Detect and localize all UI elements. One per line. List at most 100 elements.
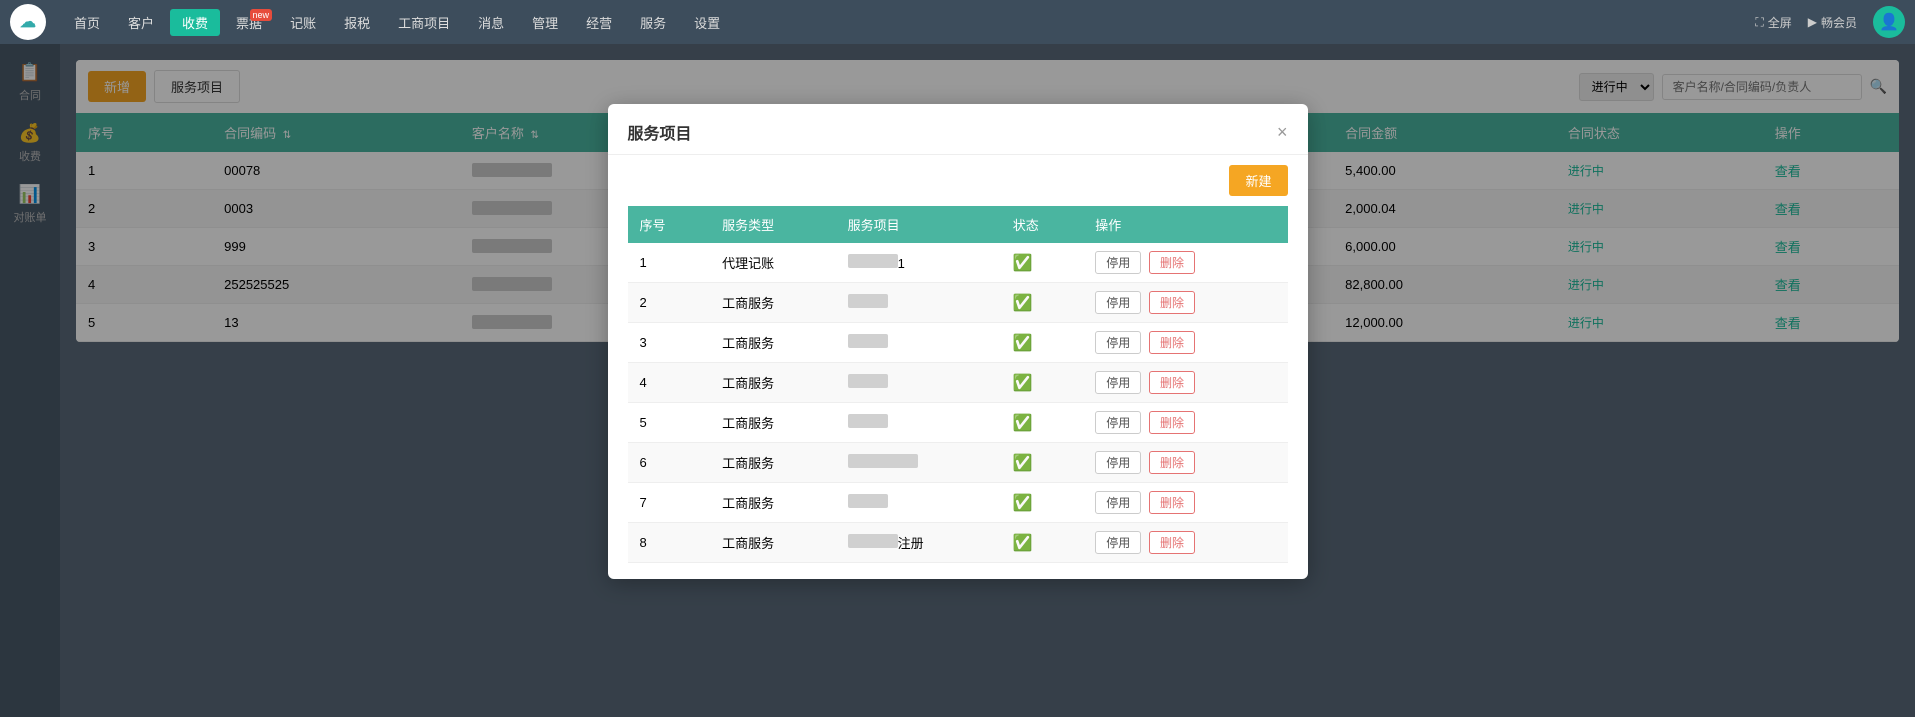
modal-cell-seq: 3 [628,323,711,363]
status-check-icon: ✅ [1013,375,1033,392]
nav-operation[interactable]: 经营 [574,9,624,36]
stop-button[interactable]: 停用 [1095,371,1141,394]
modal-cell-status: ✅ [1001,523,1084,563]
nav-tax[interactable]: 报税 [332,9,382,36]
modal-cell-type: 工商服务 [710,443,836,483]
modal-col-type: 服务类型 [710,206,836,243]
nav-fee[interactable]: 收费 [170,9,220,36]
nav-bookkeeping[interactable]: 记账 [278,9,328,36]
delete-button[interactable]: 删除 [1149,251,1195,274]
service-modal: 服务项目 × 新建 序号 服务类型 服务项目 状态 操作 1 代理记账 [608,104,1308,579]
modal-new-button[interactable]: 新建 [1229,165,1287,196]
nav-settings[interactable]: 设置 [682,9,732,36]
modal-cell-item: 注册 [836,523,1001,563]
list-item: 7 工商服务 ✅ 停用 删除 [628,483,1288,523]
delete-button[interactable]: 删除 [1149,531,1195,554]
stop-button[interactable]: 停用 [1095,531,1141,554]
nav-manage[interactable]: 管理 [520,9,570,36]
delete-button[interactable]: 删除 [1149,331,1195,354]
stop-button[interactable]: 停用 [1095,411,1141,434]
modal-cell-status: ✅ [1001,363,1084,403]
status-check-icon: ✅ [1013,455,1033,472]
modal-cell-actions: 停用 删除 [1083,403,1287,443]
modal-cell-status: ✅ [1001,403,1084,443]
list-item: 1 代理记账 1 ✅ 停用 删除 [628,243,1288,283]
stop-button[interactable]: 停用 [1095,291,1141,314]
status-check-icon: ✅ [1013,415,1033,432]
status-check-icon: ✅ [1013,495,1033,512]
modal-service-table: 序号 服务类型 服务项目 状态 操作 1 代理记账 1 ✅ 停用 删除 2 工商… [628,206,1288,563]
modal-cell-seq: 2 [628,283,711,323]
header-right: ⛶ 全屏 ▶ 畅会员 👤 [1755,6,1905,38]
modal-cell-type: 工商服务 [710,323,836,363]
list-item: 8 工商服务 注册 ✅ 停用 删除 [628,523,1288,563]
modal-close-button[interactable]: × [1277,122,1288,143]
delete-button[interactable]: 删除 [1149,411,1195,434]
modal-cell-seq: 6 [628,443,711,483]
list-item: 4 工商服务 ✅ 停用 删除 [628,363,1288,403]
modal-cell-item [836,483,1001,523]
modal-col-status: 状态 [1001,206,1084,243]
modal-cell-actions: 停用 删除 [1083,323,1287,363]
fullscreen-icon: ⛶ [1755,15,1763,30]
modal-cell-seq: 4 [628,363,711,403]
modal-cell-item [836,403,1001,443]
modal-cell-item [836,363,1001,403]
stop-button[interactable]: 停用 [1095,251,1141,274]
modal-cell-status: ✅ [1001,443,1084,483]
stop-button[interactable]: 停用 [1095,491,1141,514]
modal-cell-type: 工商服务 [710,403,836,443]
modal-col-seq: 序号 [628,206,711,243]
list-item: 5 工商服务 ✅ 停用 删除 [628,403,1288,443]
modal-cell-status: ✅ [1001,323,1084,363]
fullscreen-button[interactable]: ⛶ 全屏 [1755,14,1791,31]
list-item: 6 工商服务 ✅ 停用 删除 [628,443,1288,483]
modal-cell-actions: 停用 删除 [1083,443,1287,483]
member-label: 畅会员 [1821,14,1857,31]
modal-cell-type: 代理记账 [710,243,836,283]
modal-body: 序号 服务类型 服务项目 状态 操作 1 代理记账 1 ✅ 停用 删除 2 工商… [608,206,1308,579]
status-check-icon: ✅ [1013,295,1033,312]
nav-business[interactable]: 工商项目 [386,9,462,36]
modal-cell-seq: 8 [628,523,711,563]
nav-service[interactable]: 服务 [628,9,678,36]
delete-button[interactable]: 删除 [1149,491,1195,514]
modal-cell-type: 工商服务 [710,483,836,523]
status-check-icon: ✅ [1013,335,1033,352]
status-check-icon: ✅ [1013,255,1033,272]
new-badge: new [250,9,273,21]
nav-message[interactable]: 消息 [466,9,516,36]
app-logo: ☁ [10,4,46,40]
modal-cell-status: ✅ [1001,243,1084,283]
modal-cell-actions: 停用 删除 [1083,523,1287,563]
modal-cell-seq: 7 [628,483,711,523]
status-check-icon: ✅ [1013,535,1033,552]
delete-button[interactable]: 删除 [1149,371,1195,394]
modal-cell-status: ✅ [1001,483,1084,523]
stop-button[interactable]: 停用 [1095,331,1141,354]
stop-button[interactable]: 停用 [1095,451,1141,474]
user-avatar[interactable]: 👤 [1873,6,1905,38]
modal-cell-type: 工商服务 [710,283,836,323]
list-item: 2 工商服务 ✅ 停用 删除 [628,283,1288,323]
delete-button[interactable]: 删除 [1149,291,1195,314]
modal-title: 服务项目 [628,120,692,144]
member-icon: ▶ [1808,15,1817,29]
delete-button[interactable]: 删除 [1149,451,1195,474]
modal-header: 服务项目 × [608,104,1308,155]
nav-customer[interactable]: 客户 [116,9,166,36]
modal-header-row: 序号 服务类型 服务项目 状态 操作 [628,206,1288,243]
fullscreen-label: 全屏 [1768,14,1792,31]
modal-col-action: 操作 [1083,206,1287,243]
member-button[interactable]: ▶ 畅会员 [1808,14,1857,31]
top-nav: ☁ 首页 客户 收费 票据new 记账 报税 工商项目 消息 管理 经营 服务 … [0,0,1915,44]
modal-cell-item [836,323,1001,363]
modal-col-item: 服务项目 [836,206,1001,243]
modal-cell-seq: 1 [628,243,711,283]
nav-invoice[interactable]: 票据new [224,9,274,36]
modal-cell-actions: 停用 删除 [1083,283,1287,323]
modal-cell-status: ✅ [1001,283,1084,323]
modal-cell-item [836,283,1001,323]
nav-home[interactable]: 首页 [62,9,112,36]
modal-toolbar: 新建 [608,155,1308,206]
